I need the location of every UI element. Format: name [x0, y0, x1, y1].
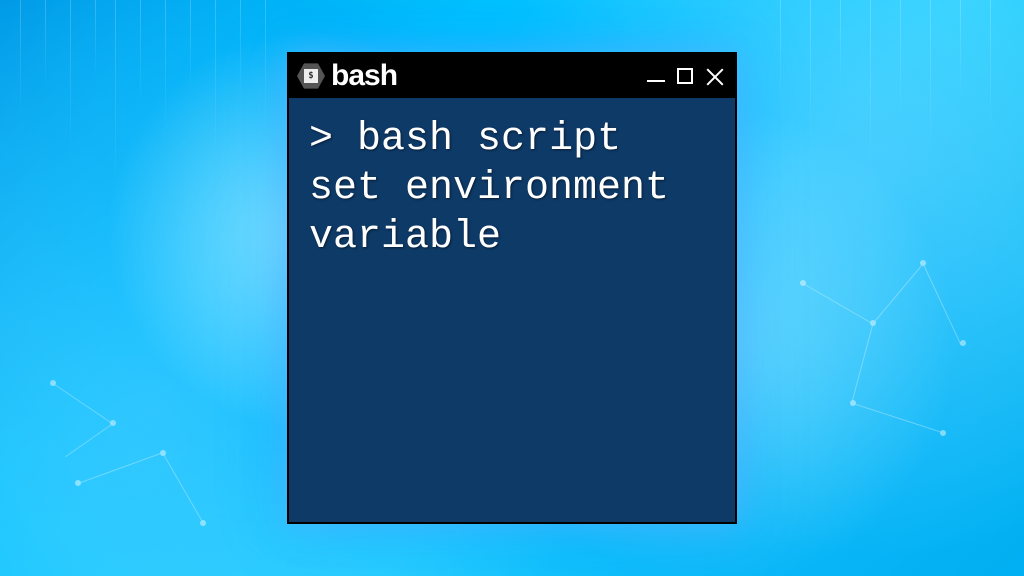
terminal-window: $ bash > bash script set environment var… [287, 52, 737, 524]
command-text: bash script set environment variable [309, 117, 669, 260]
titlebar[interactable]: $ bash [289, 54, 735, 98]
titlebar-left: $ bash [297, 59, 397, 93]
window-title: bash [331, 59, 397, 93]
maximize-icon[interactable] [677, 68, 693, 84]
window-controls [647, 66, 725, 86]
bash-icon: $ [297, 62, 325, 90]
terminal-body[interactable]: > bash script set environment variable [289, 98, 735, 280]
minimize-icon[interactable] [647, 80, 665, 82]
prompt-symbol: > [309, 117, 333, 162]
close-icon[interactable] [705, 66, 725, 86]
